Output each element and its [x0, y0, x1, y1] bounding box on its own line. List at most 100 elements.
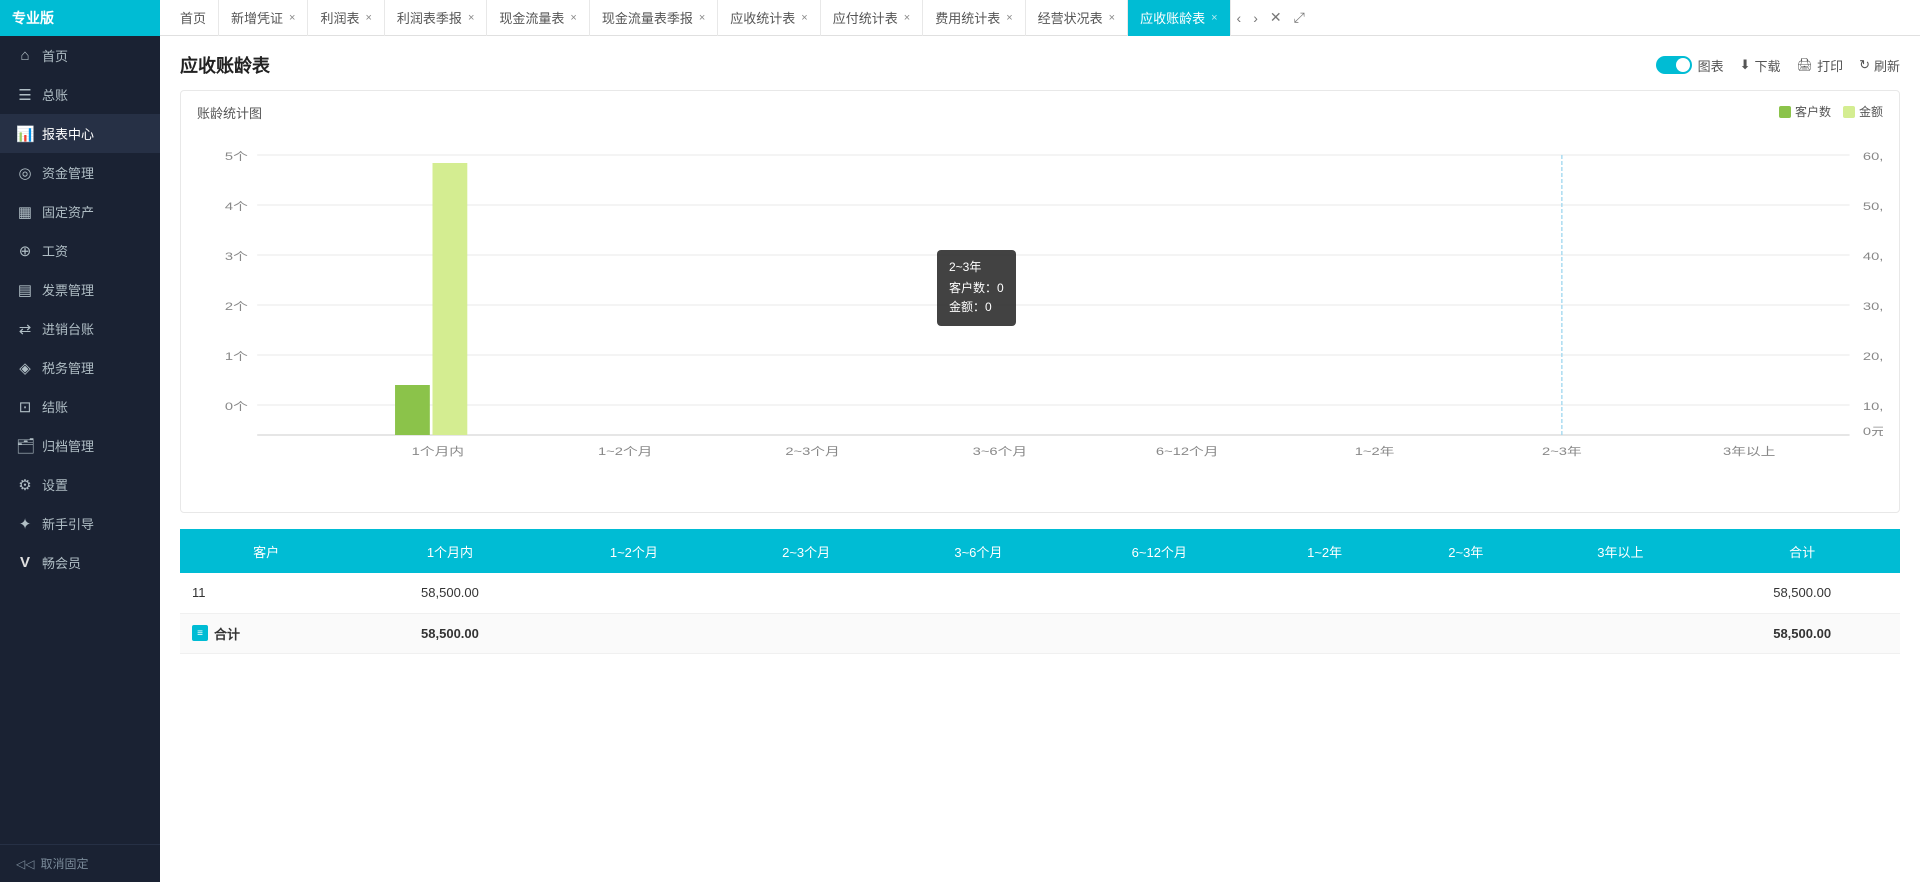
total-label: ≡ 合计 [192, 624, 340, 643]
tab-close-all-btn[interactable]: ✕ [1264, 0, 1288, 36]
tab-ar-aging[interactable]: 应收账龄表 × [1128, 0, 1230, 36]
sidebar-item-home[interactable]: ⌂ 首页 [0, 36, 160, 75]
tab-voucher[interactable]: 新增凭证 × [219, 0, 308, 36]
pin-label: 取消固定 [40, 855, 88, 872]
print-icon: 🖨 [1797, 57, 1814, 73]
svg-text:1个: 1个 [225, 350, 248, 363]
asset-icon: ▦ [16, 203, 34, 221]
cell-customer: 11 [180, 573, 352, 613]
svg-text:3~6个月: 3~6个月 [973, 445, 1027, 458]
sidebar-item-tax[interactable]: ◈ 税务管理 [0, 348, 160, 387]
toggle-thumb [1676, 58, 1690, 72]
tab-biz-status[interactable]: 经营状况表 × [1026, 0, 1128, 36]
sidebar-item-close[interactable]: ⊡ 结账 [0, 387, 160, 426]
col-month1: 1个月内 [352, 529, 548, 573]
sidebar-pin-toggle[interactable]: ◁◁ 取消固定 [0, 844, 160, 882]
sidebar-label-inout: 进销台账 [42, 319, 94, 338]
cell-month23 [720, 573, 892, 613]
download-button[interactable]: ⬇ 下载 [1740, 56, 1781, 75]
sidebar-item-invoice[interactable]: ▤ 发票管理 [0, 270, 160, 309]
tab-ap-stat[interactable]: 应付统计表 × [821, 0, 923, 36]
report-icon: 📊 [16, 125, 34, 143]
tab-biz-status-close[interactable]: × [1109, 12, 1115, 24]
tab-profit-quarter[interactable]: 利润表季报 × [385, 0, 487, 36]
tab-next-btn[interactable]: › [1247, 0, 1264, 36]
tab-home-label: 首页 [180, 8, 206, 27]
refresh-button[interactable]: ↻ 刷新 [1859, 56, 1900, 75]
sidebar-label-asset: 固定资产 [42, 202, 94, 221]
chart-toggle[interactable]: 图表 [1656, 56, 1724, 75]
tab-profit-close[interactable]: × [365, 12, 371, 24]
sidebar-item-fund[interactable]: ◎ 资金管理 [0, 153, 160, 192]
tab-cashflow-quarter-label: 现金流量表季报 [602, 8, 693, 27]
svg-text:4个: 4个 [225, 200, 248, 213]
tab-profit-quarter-label: 利润表季报 [397, 8, 462, 27]
sidebar-item-inout[interactable]: ⇄ 进销台账 [0, 309, 160, 348]
tab-maximize-btn[interactable]: ⤢ [1288, 0, 1311, 36]
setting-icon: ⚙ [16, 476, 34, 494]
sidebar-item-archive[interactable]: 🗂 归档管理 [0, 426, 160, 465]
legend-customer-count: 客户数 [1779, 103, 1831, 120]
tab-cashflow[interactable]: 现金流量表 × [487, 0, 589, 36]
col-year23: 2~3年 [1395, 529, 1536, 573]
tab-home[interactable]: 首页 [168, 0, 219, 36]
salary-icon: ⊕ [16, 242, 34, 260]
sidebar-item-salary[interactable]: ⊕ 工资 [0, 231, 160, 270]
sidebar-label-vip: 畅会员 [42, 553, 81, 572]
total-label-text: 合计 [214, 624, 240, 643]
page-header: 应收账龄表 图表 ⬇ 下载 🖨 打印 [180, 52, 1900, 78]
page-title: 应收账龄表 [180, 52, 270, 78]
sidebar-label-close: 结账 [42, 397, 68, 416]
print-button[interactable]: 🖨 打印 [1797, 56, 1844, 75]
sidebar-label-salary: 工资 [42, 241, 68, 260]
chart-svg: 5个 4个 3个 2个 1个 0个 60,000.00元 50,000.00元 … [197, 130, 1883, 500]
svg-text:0元: 0元 [1863, 425, 1883, 438]
tab-ap-stat-close[interactable]: × [904, 12, 910, 24]
header-actions: 图表 ⬇ 下载 🖨 打印 ↻ 刷新 [1656, 56, 1900, 75]
tab-ar-stat-close[interactable]: × [801, 12, 807, 24]
guide-icon: ✦ [16, 515, 34, 533]
tab-expense-close[interactable]: × [1006, 12, 1012, 24]
tab-expense[interactable]: 费用统计表 × [923, 0, 1025, 36]
page-content: 应收账龄表 图表 ⬇ 下载 🖨 打印 [160, 36, 1920, 882]
total-month12 [548, 613, 720, 653]
total-total: 58,500.00 [1704, 613, 1900, 653]
tab-cashflow-close[interactable]: × [570, 12, 576, 24]
total-month23 [720, 613, 892, 653]
refresh-icon: ↻ [1859, 57, 1870, 73]
tab-prev-btn[interactable]: ‹ [1231, 0, 1248, 36]
tab-ar-aging-close[interactable]: × [1211, 12, 1217, 24]
tab-voucher-label: 新增凭证 [231, 8, 283, 27]
sidebar: 专业版 ⌂ 首页 ☰ 总账 📊 报表中心 ◎ 资金管理 ▦ 固定资产 ⊕ 工资 … [0, 0, 160, 882]
total-month1: 58,500.00 [352, 613, 548, 653]
col-total: 合计 [1704, 529, 1900, 573]
col-year3plus: 3年以上 [1536, 529, 1704, 573]
tab-profit[interactable]: 利润表 × [308, 0, 384, 36]
tab-cashflow-quarter-close[interactable]: × [699, 12, 705, 24]
sidebar-item-asset[interactable]: ▦ 固定资产 [0, 192, 160, 231]
svg-text:40,000.00元: 40,000.00元 [1863, 250, 1883, 263]
tab-profit-label: 利润表 [320, 8, 359, 27]
cell-year12 [1254, 573, 1395, 613]
total-year23 [1395, 613, 1536, 653]
svg-text:1~2年: 1~2年 [1355, 445, 1395, 458]
sidebar-item-guide[interactable]: ✦ 新手引导 [0, 504, 160, 543]
sidebar-item-report[interactable]: 📊 报表中心 [0, 114, 160, 153]
total-year3plus [1536, 613, 1704, 653]
sidebar-item-ledger[interactable]: ☰ 总账 [0, 75, 160, 114]
cell-month612 [1065, 573, 1255, 613]
tab-biz-status-label: 经营状况表 [1038, 8, 1103, 27]
ledger-icon: ☰ [16, 86, 34, 104]
col-month612: 6~12个月 [1065, 529, 1255, 573]
chart-title: 账龄统计图 [197, 103, 1883, 122]
tab-profit-quarter-close[interactable]: × [468, 12, 474, 24]
tab-cashflow-quarter[interactable]: 现金流量表季报 × [590, 0, 718, 36]
sidebar-item-vip[interactable]: V 畅会员 [0, 543, 160, 582]
total-month36 [892, 613, 1064, 653]
sidebar-item-setting[interactable]: ⚙ 设置 [0, 465, 160, 504]
toggle-track[interactable] [1656, 56, 1692, 74]
col-customer: 客户 [180, 529, 352, 573]
download-icon: ⬇ [1740, 57, 1751, 73]
tab-voucher-close[interactable]: × [289, 12, 295, 24]
tab-ar-stat[interactable]: 应收统计表 × [718, 0, 820, 36]
